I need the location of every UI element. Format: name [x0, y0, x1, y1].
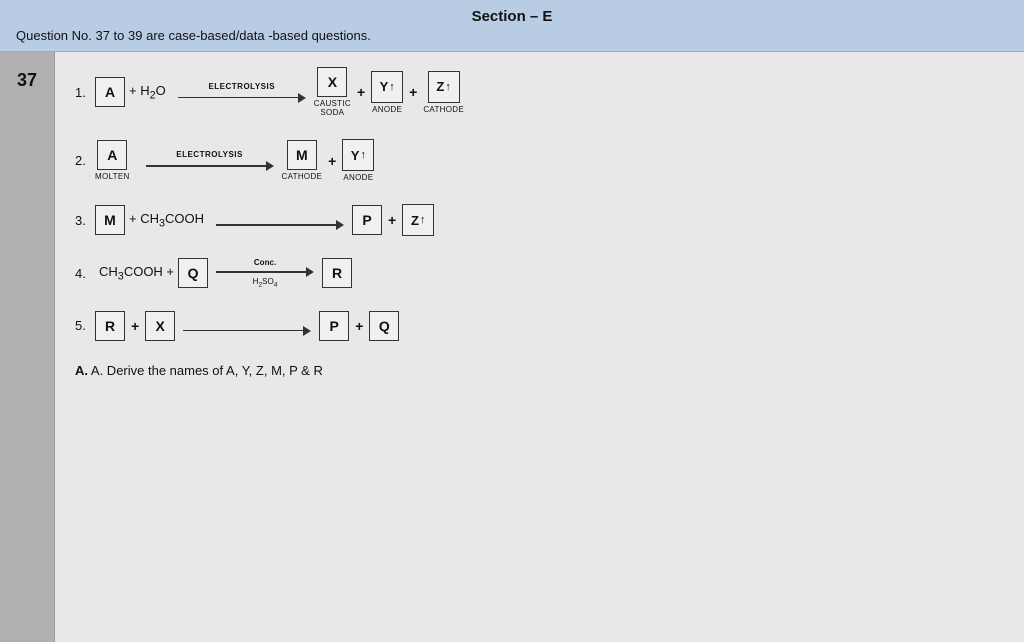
up-arrow-Y-2: ↑ [360, 149, 366, 161]
reactant-A-1: A [95, 77, 125, 107]
derive-text: A. Derive the names of A, Y, Z, M, P & R [91, 363, 323, 378]
row-num-5: 5. [75, 318, 95, 333]
equation-row-5: 5. R + X P + Q [75, 311, 1004, 341]
arrow-line-1 [178, 93, 306, 103]
arrow-line-5 [183, 326, 311, 336]
arrow-line-4 [216, 267, 314, 277]
box-Z-1: Z↑ [428, 71, 460, 103]
section-title: Section – E [16, 8, 1008, 25]
box-A-2: A [97, 140, 127, 170]
arrow-4: Conc. H2SO4 [216, 258, 314, 289]
product-M-2: M CATHODE [282, 140, 323, 181]
question-number-col: 37 [0, 52, 55, 642]
equation-row-1: 1. A + H2O ELECTROLYSIS X CAUSTICSODA + [75, 67, 1004, 117]
arrow-body-4 [216, 271, 306, 273]
content-area: 37 1. A + H2O ELECTROLYSIS X [0, 52, 1024, 642]
up-arrow-Z-3: ↑ [420, 214, 426, 226]
question-number: 37 [17, 70, 37, 91]
reactant-Q-4: Q [178, 258, 208, 288]
arrow-body-3 [216, 224, 336, 226]
row-num-3: 3. [75, 213, 95, 228]
arrow-line-2 [146, 161, 274, 171]
product-Y-2: Y↑ ANODE [342, 139, 374, 182]
box-Y-1: Y↑ [371, 71, 403, 103]
arrow-body-1 [178, 97, 298, 99]
page-container: Section – E Question No. 37 to 39 are ca… [0, 0, 1024, 642]
arrow-line-3 [216, 220, 344, 230]
arrow-3 [216, 210, 344, 230]
arrow-body-2 [146, 165, 266, 167]
product-Y-1: Y↑ ANODE [371, 71, 403, 114]
arrow-head-4 [306, 267, 314, 277]
plus-h2o-1: + H2O [129, 83, 166, 102]
arrow-label-2: ELECTROLYSIS [176, 150, 243, 159]
box-Z-3: Z↑ [402, 204, 434, 236]
row-num-4: 4. [75, 266, 95, 281]
up-arrow-Y-1: ↑ [389, 81, 395, 93]
row-num-1: 1. [75, 85, 95, 100]
box-X-5: X [145, 311, 175, 341]
h2so4-label-4: H2SO4 [253, 277, 278, 289]
plus-1a: + [357, 84, 365, 100]
arrow-5 [183, 316, 311, 336]
sub-M-2: CATHODE [282, 172, 323, 181]
plus-2a: + [328, 153, 336, 169]
section-header: Section – E Question No. 37 to 39 are ca… [0, 0, 1024, 52]
product-P-3: P [352, 205, 382, 235]
sub-Y-1: ANODE [372, 105, 402, 114]
equation-row-2: 2. A MOLTEN ELECTROLYSIS M CATHODE + [75, 139, 1004, 182]
product-R-4: R [322, 258, 352, 288]
product-Z-3: Z↑ [402, 204, 434, 236]
box-M-3: M [95, 205, 125, 235]
derive-label: A. [75, 363, 88, 378]
plus-5b: + [355, 318, 363, 334]
reactant-A-2: A MOLTEN [95, 140, 130, 181]
arrow-head-5 [303, 326, 311, 336]
equation-row-4: 4. CH3COOH + Q Conc. H2SO4 R [75, 258, 1004, 289]
sub-Z-1: CATHODE [423, 105, 464, 114]
box-Y-2: Y↑ [342, 139, 374, 171]
box-A-1: A [95, 77, 125, 107]
reactant-R-5: R [95, 311, 125, 341]
arrow-head-3 [336, 220, 344, 230]
section-subtitle: Question No. 37 to 39 are case-based/dat… [16, 28, 1008, 43]
box-M-2: M [287, 140, 317, 170]
equation-row-3: 3. M + CH3COOH P + Z↑ [75, 204, 1004, 236]
question-content: 1. A + H2O ELECTROLYSIS X CAUSTICSODA + [55, 52, 1024, 642]
box-Q-4: Q [178, 258, 208, 288]
box-X-1: X [317, 67, 347, 97]
box-P-3: P [352, 205, 382, 235]
reactant-X-5: X [145, 311, 175, 341]
arrow-1: ELECTROLYSIS [178, 82, 306, 103]
product-Q-5: Q [369, 311, 399, 341]
plus-ch3cooh-3: + CH3COOH [129, 211, 204, 230]
product-Z-1: Z↑ CATHODE [423, 71, 464, 114]
plus-3a: + [388, 212, 396, 228]
sub-X-1: CAUSTICSODA [314, 99, 351, 117]
plus-5a: + [131, 318, 139, 334]
ch3cooh-prefix-4: CH3COOH + [99, 264, 174, 283]
sub-A-2: MOLTEN [95, 172, 130, 181]
conc-label-4: Conc. [254, 258, 276, 267]
sub-Y-2: ANODE [343, 173, 373, 182]
arrow-label-1: ELECTROLYSIS [208, 82, 275, 91]
arrow-2: ELECTROLYSIS [146, 150, 274, 171]
box-R-4: R [322, 258, 352, 288]
product-X-1: X CAUSTICSODA [314, 67, 351, 117]
derive-question: A. A. Derive the names of A, Y, Z, M, P … [75, 363, 1004, 378]
arrow-head-2 [266, 161, 274, 171]
box-R-5: R [95, 311, 125, 341]
box-P-5: P [319, 311, 349, 341]
up-arrow-Z-1: ↑ [445, 81, 451, 93]
arrow-body-5 [183, 330, 303, 332]
box-Q-5: Q [369, 311, 399, 341]
plus-1b: + [409, 84, 417, 100]
product-P-5: P [319, 311, 349, 341]
row-num-2: 2. [75, 153, 95, 168]
reactant-M-3: M [95, 205, 125, 235]
arrow-head-1 [298, 93, 306, 103]
